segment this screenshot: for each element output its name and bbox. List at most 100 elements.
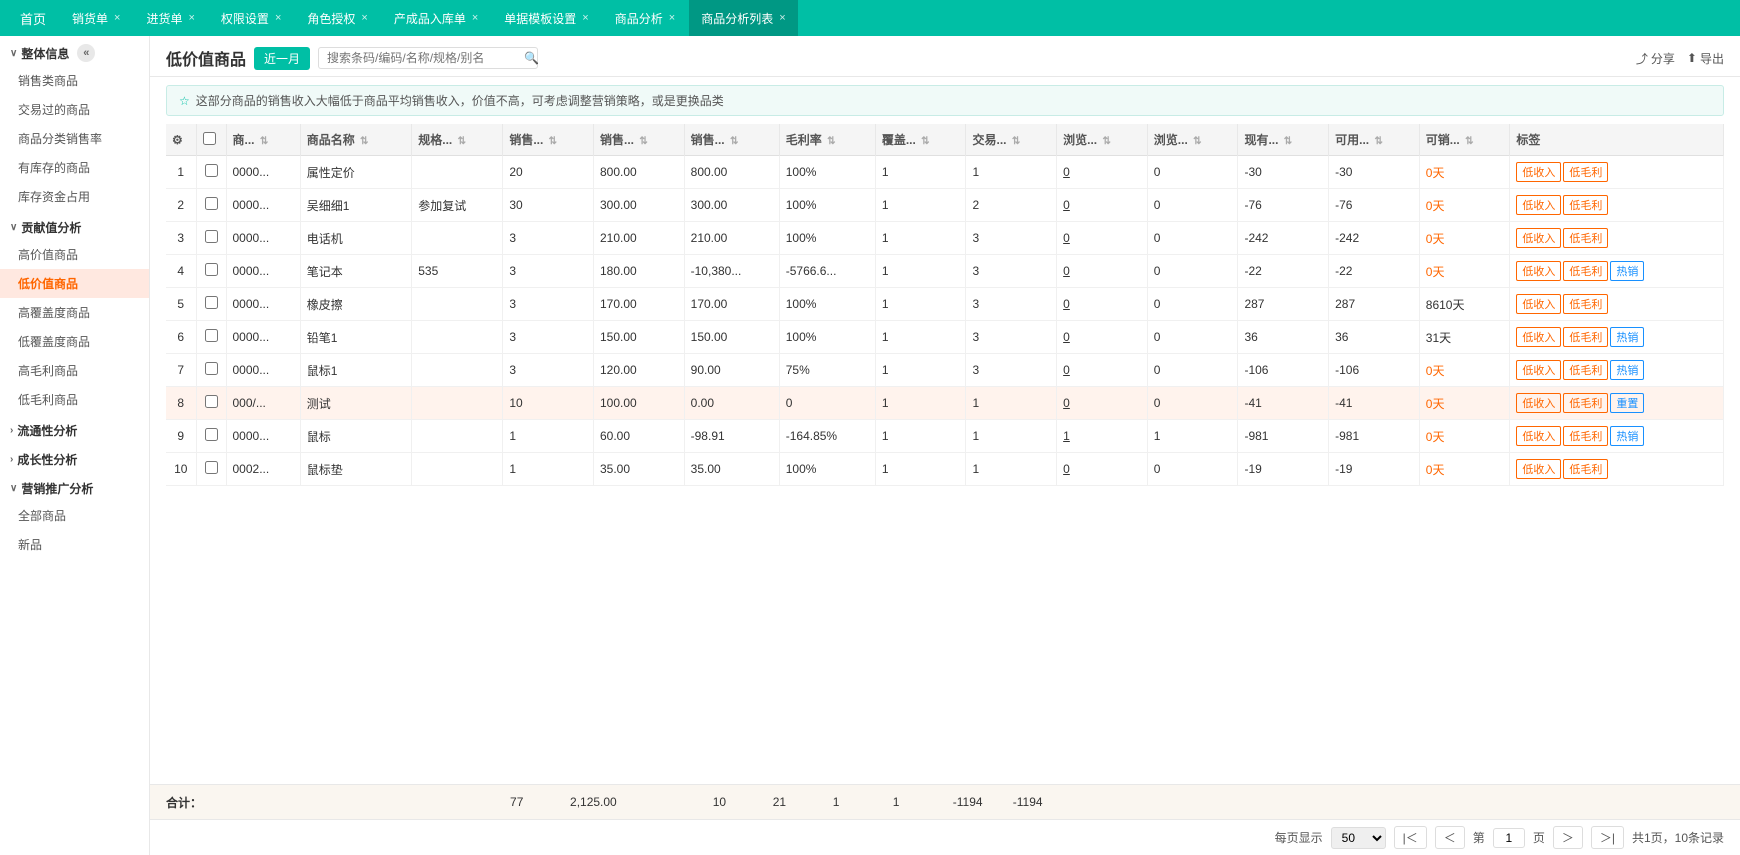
first-page-btn[interactable]: |＜	[1394, 826, 1427, 849]
nav-analysis-list[interactable]: 商品分析列表 ×	[689, 0, 797, 36]
col-tags[interactable]: 标签	[1510, 124, 1724, 156]
close-role-icon[interactable]: ×	[361, 12, 367, 24]
col-browse1[interactable]: 浏览... ⇅	[1057, 124, 1148, 156]
share-btn[interactable]: ⤴ 分享	[1636, 50, 1675, 67]
row-browse1: 0	[1057, 354, 1148, 387]
select-all-checkbox[interactable]	[203, 132, 216, 145]
nav-purchase-order[interactable]: 进货单 ×	[134, 0, 206, 36]
prev-page-btn[interactable]: ＜	[1435, 826, 1465, 849]
close-analysis-list-icon[interactable]: ×	[779, 12, 785, 24]
col-coverage[interactable]: 覆盖... ⇅	[875, 124, 966, 156]
browse-link[interactable]: 0	[1063, 297, 1070, 311]
row-index: 4	[166, 255, 196, 288]
tag-badge: 热销	[1610, 426, 1644, 446]
browse-link[interactable]: 1	[1063, 429, 1070, 443]
close-template-icon[interactable]: ×	[582, 12, 588, 24]
col-sales-price[interactable]: 销售... ⇅	[593, 124, 684, 156]
col-code[interactable]: 商... ⇅	[226, 124, 300, 156]
sidebar-item-low-value[interactable]: 低价值商品	[0, 269, 149, 298]
col-spec[interactable]: 规格... ⇅	[412, 124, 503, 156]
next-page-btn[interactable]: ＞	[1553, 826, 1583, 849]
sidebar-group-contribution[interactable]: ∨ 贡献值分析	[0, 211, 149, 240]
browse-link[interactable]: 0	[1063, 462, 1070, 476]
row-checkbox[interactable]	[205, 197, 218, 210]
col-settings[interactable]: ⚙	[166, 124, 196, 156]
browse-link[interactable]: 0	[1063, 165, 1070, 179]
sidebar-group-liquidity[interactable]: › 流通性分析	[0, 414, 149, 443]
close-sales-order-icon[interactable]: ×	[114, 12, 120, 24]
browse-link[interactable]: 0	[1063, 363, 1070, 377]
sidebar-item-traded-goods[interactable]: 交易过的商品	[0, 95, 149, 124]
row-checkbox[interactable]	[205, 395, 218, 408]
browse-link[interactable]: 0	[1063, 330, 1070, 344]
browse-link[interactable]: 0	[1063, 396, 1070, 410]
sidebar-item-low-coverage[interactable]: 低覆盖度商品	[0, 327, 149, 356]
sidebar-item-capital[interactable]: 库存资金占用	[0, 182, 149, 211]
row-sales-amount: 800.00	[684, 156, 779, 189]
row-checkbox[interactable]	[205, 164, 218, 177]
sidebar-group-overall[interactable]: ∨ 整体信息 «	[0, 36, 149, 66]
browse-link[interactable]: 0	[1063, 198, 1070, 212]
close-analysis-icon[interactable]: ×	[669, 12, 675, 24]
collapse-overall-btn[interactable]: «	[77, 44, 95, 62]
nav-home[interactable]: 首页	[8, 0, 58, 36]
row-browse1: 0	[1057, 255, 1148, 288]
row-checkbox[interactable]	[205, 296, 218, 309]
footer-available-stock: -1194	[1005, 791, 1065, 813]
sidebar-item-high-value[interactable]: 高价值商品	[0, 240, 149, 269]
search-input[interactable]	[318, 47, 538, 69]
sidebar-group-growth[interactable]: › 成长性分析	[0, 443, 149, 472]
close-permissions-icon[interactable]: ×	[275, 12, 281, 24]
row-sales-price: 100.00	[593, 387, 684, 420]
row-sellable: 31天	[1419, 321, 1510, 354]
row-sales-qty: 3	[503, 321, 594, 354]
row-checkbox[interactable]	[205, 263, 218, 276]
sidebar-group-marketing[interactable]: ∨ 营销推广分析	[0, 472, 149, 501]
col-transaction[interactable]: 交易... ⇅	[966, 124, 1057, 156]
export-btn[interactable]: ⬆ 导出	[1687, 50, 1724, 67]
nav-product-stock[interactable]: 产成品入库单 ×	[382, 0, 490, 36]
col-name[interactable]: 商品名称 ⇅	[300, 124, 412, 156]
row-checkbox[interactable]	[205, 362, 218, 375]
col-current-stock[interactable]: 现有... ⇅	[1238, 124, 1329, 156]
page-size-select[interactable]: 50 100 200	[1331, 827, 1386, 849]
col-checkbox[interactable]	[196, 124, 226, 156]
row-checkbox[interactable]	[205, 461, 218, 474]
col-browse2[interactable]: 浏览... ⇅	[1147, 124, 1238, 156]
row-browse2: 1	[1147, 420, 1238, 453]
nav-template[interactable]: 单据模板设置 ×	[492, 0, 600, 36]
nav-sales-order[interactable]: 销货单 ×	[60, 0, 132, 36]
search-icon[interactable]: 🔍	[524, 51, 539, 65]
last-page-btn[interactable]: ＞|	[1591, 826, 1624, 849]
sidebar-item-high-coverage[interactable]: 高覆盖度商品	[0, 298, 149, 327]
nav-role-auth[interactable]: 角色授权 ×	[295, 0, 379, 36]
sidebar-item-category-rate[interactable]: 商品分类销售率	[0, 124, 149, 153]
row-current-stock: -30	[1238, 156, 1329, 189]
nav-permissions[interactable]: 权限设置 ×	[209, 0, 293, 36]
sidebar-item-new-goods[interactable]: 新品	[0, 530, 149, 559]
browse-link[interactable]: 0	[1063, 231, 1070, 245]
row-checkbox[interactable]	[205, 428, 218, 441]
filter-recent-month-btn[interactable]: 近一月	[254, 47, 310, 70]
col-available-stock[interactable]: 可用... ⇅	[1329, 124, 1420, 156]
close-purchase-icon[interactable]: ×	[188, 12, 194, 24]
close-stock-icon[interactable]: ×	[472, 12, 478, 24]
row-checkbox[interactable]	[205, 329, 218, 342]
browse-link[interactable]: 0	[1063, 264, 1070, 278]
sidebar-item-sales-goods[interactable]: 销售类商品	[0, 66, 149, 95]
col-sales-amount[interactable]: 销售... ⇅	[684, 124, 779, 156]
sidebar-item-high-margin[interactable]: 高毛利商品	[0, 356, 149, 385]
row-transaction: 3	[966, 354, 1057, 387]
row-sales-amount: 150.00	[684, 321, 779, 354]
sidebar-item-low-margin[interactable]: 低毛利商品	[0, 385, 149, 414]
col-sales-qty[interactable]: 销售... ⇅	[503, 124, 594, 156]
page-number-input[interactable]	[1493, 828, 1525, 848]
row-browse1: 1	[1057, 420, 1148, 453]
col-sellable[interactable]: 可销... ⇅	[1419, 124, 1510, 156]
sidebar-item-all-goods[interactable]: 全部商品	[0, 501, 149, 530]
sidebar-item-stock-goods[interactable]: 有库存的商品	[0, 153, 149, 182]
row-checkbox[interactable]	[205, 230, 218, 243]
row-checkbox-cell	[196, 189, 226, 222]
nav-product-analysis[interactable]: 商品分析 ×	[603, 0, 687, 36]
col-gross-margin[interactable]: 毛利率 ⇅	[779, 124, 875, 156]
